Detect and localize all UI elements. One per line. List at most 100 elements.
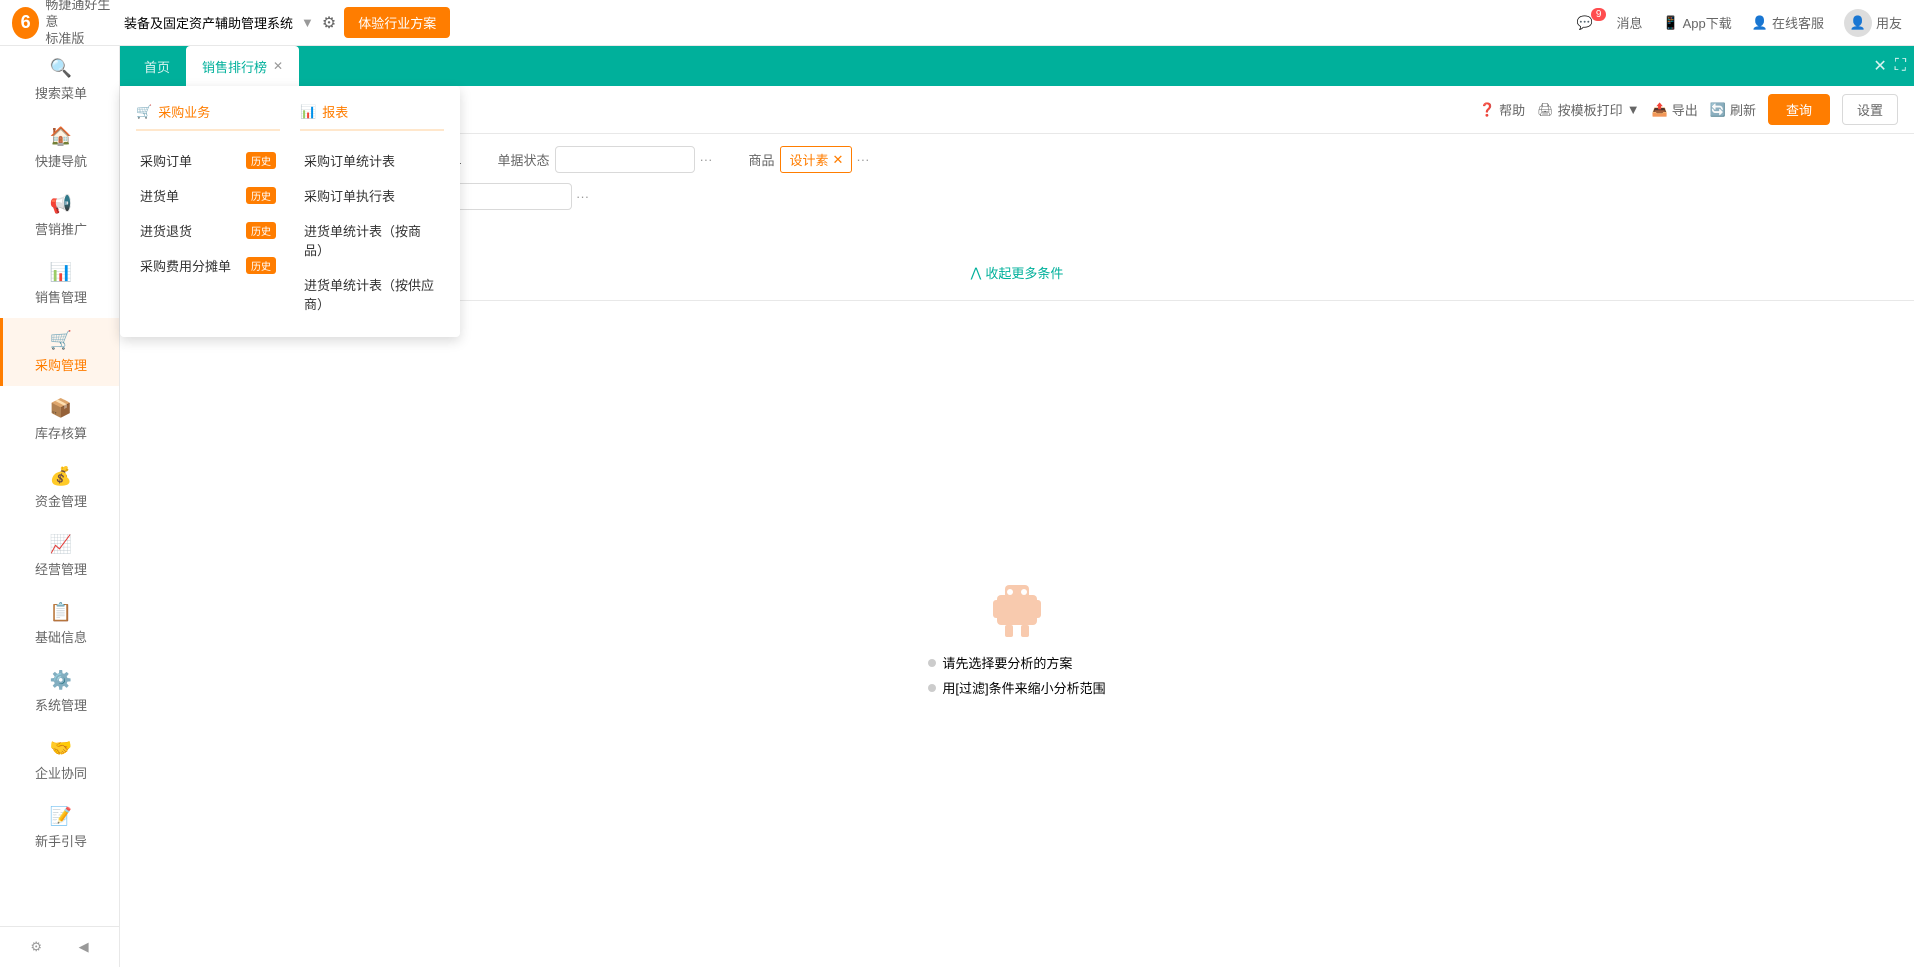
sidebar-item-label: 基础信息 <box>35 627 87 646</box>
empty-tip-2-text: 用[过滤]条件来缩小分析范围 <box>942 678 1105 697</box>
service-icon: 👤 <box>1752 15 1768 31</box>
sidebar-item-guide[interactable]: 📝新手引导 <box>0 794 119 862</box>
dropdown-report-item[interactable]: 进货单统计表（按供应商） <box>300 267 444 321</box>
history-badge: 历史 <box>246 222 276 239</box>
sidebar-item-basic[interactable]: 📋基础信息 <box>0 590 119 658</box>
refresh-button[interactable]: 🔄 刷新 <box>1710 100 1756 119</box>
purchase-icon: 🛒 <box>50 330 72 351</box>
sales-icon: 📊 <box>50 262 72 283</box>
sidebar-item-label: 库存核算 <box>35 423 87 442</box>
title-arrow-icon[interactable]: ▼ <box>301 15 314 30</box>
history-badge: 历史 <box>246 152 276 169</box>
tab-close-icon[interactable]: ✕ <box>273 59 283 73</box>
empty-tip-1-text: 请先选择要分析的方案 <box>942 653 1072 672</box>
dropdown-report-item[interactable]: 采购订单统计表 <box>300 143 444 178</box>
collapse-up-icon: ⋀ <box>971 265 982 281</box>
dropdown-item-label: 采购订单统计表 <box>304 151 395 170</box>
print-button[interactable]: 🖨 按模板打印 ▼ <box>1537 100 1639 119</box>
avatar: 👤 <box>1844 9 1872 37</box>
app-download-item[interactable]: 📱 App下载 <box>1662 13 1731 32</box>
sidebar-item-label: 经营管理 <box>35 559 87 578</box>
goods-tag-close[interactable]: ✕ <box>833 152 844 168</box>
purchase-col-icon: 🛒 <box>136 104 152 120</box>
logo: 6 畅捷通好生意 标准版 <box>12 0 112 48</box>
tabbar-actions: ✕ ⛶ <box>1873 56 1906 76</box>
export-button[interactable]: 📤 导出 <box>1652 100 1698 119</box>
message-icon: 💬 <box>1577 15 1593 31</box>
user-item[interactable]: 👤 用友 <box>1844 9 1902 37</box>
help-icon: ❓ <box>1479 102 1495 118</box>
export-icon: 📤 <box>1652 102 1668 118</box>
order-status-label: 单据状态 <box>497 150 549 169</box>
history-badge: 历史 <box>246 257 276 274</box>
goods-dots[interactable]: ··· <box>856 152 869 167</box>
marketing-icon: 📢 <box>50 194 72 215</box>
app-download-label: App下载 <box>1683 13 1732 32</box>
goods-filter: 商品 设计素 ✕ ··· <box>748 146 869 173</box>
sidebar-item-label: 搜索菜单 <box>35 83 87 102</box>
empty-tip-1: 请先选择要分析的方案 <box>928 653 1105 672</box>
tab-sales_rank[interactable]: 销售排行榜 ✕ <box>186 46 299 86</box>
sidebar-item-search[interactable]: 🔍搜索菜单 <box>0 46 119 114</box>
online-service-item[interactable]: 👤 在线客服 <box>1752 13 1824 32</box>
sidebar-item-label: 销售管理 <box>35 287 87 306</box>
goods-label: 商品 <box>748 150 774 169</box>
purchase-items: 采购订单历史进货单历史进货退货历史采购费用分摊单历史 <box>136 143 280 283</box>
salesperson-dots[interactable]: ··· <box>576 189 589 204</box>
phone-icon: 📱 <box>1662 15 1678 31</box>
sidebar-item-operation[interactable]: 📈 经营管理 <box>0 522 119 590</box>
dropdown-purchase-item[interactable]: 采购费用分摊单历史 <box>136 248 280 283</box>
sidebar-item-inventory[interactable]: 📦库存核算 <box>0 386 119 454</box>
query-button[interactable]: 查询 <box>1768 94 1830 125</box>
purchase-col: 🛒 采购业务 采购订单历史进货单历史进货退货历史采购费用分摊单历史 <box>136 102 280 321</box>
settings-icon[interactable]: ⚙ <box>30 939 42 955</box>
gear-icon[interactable]: ⚙ <box>322 13 336 33</box>
tab-label: 销售排行榜 <box>202 57 267 76</box>
user-label: 用友 <box>1876 13 1902 32</box>
guide-icon: 📝 <box>50 806 72 827</box>
sidebar-item-label: 采购管理 <box>35 355 87 374</box>
sidebar-item-finance[interactable]: 💰资金管理 <box>0 454 119 522</box>
quicknav-icon: 🏠 <box>50 126 72 147</box>
sidebar: 🔍搜索菜单🏠快捷导航📢营销推广 📊 销售管理 🛒 采购管理 📦库存核算💰资金管理 📈 经营管理… <box>0 46 120 967</box>
online-service-label: 在线客服 <box>1772 13 1824 32</box>
sidebar-item-purchase[interactable]: 🛒 采购管理 <box>0 318 119 386</box>
dropdown-purchase-item[interactable]: 采购订单 历史 <box>136 143 280 178</box>
sidebar-bottom: ⚙ ◀ <box>0 926 119 967</box>
report-col: 📊 报表 采购订单统计表采购订单执行表进货单统计表（按商品）进货单统计表（按供应… <box>300 102 444 321</box>
solution-button[interactable]: 体验行业方案 <box>344 7 450 38</box>
operation-icon: 📈 <box>50 534 72 555</box>
dropdown-columns: 🛒 采购业务 采购订单历史进货单历史进货退货历史采购费用分摊单历史 📊 报表 采… <box>136 102 444 321</box>
sidebar-item-sales[interactable]: 📊 销售管理 <box>0 250 119 318</box>
print-icon: 🖨 <box>1537 102 1554 118</box>
dropdown-purchase-item[interactable]: 进货单历史 <box>136 178 280 213</box>
collapse-sidebar-icon[interactable]: ◀ <box>79 939 89 955</box>
collapse-label: 收起更多条件 <box>985 263 1063 282</box>
topbar: 6 畅捷通好生意 标准版 装备及固定资产辅助管理系统 ▼ ⚙ 体验行业方案 💬 … <box>0 0 1914 46</box>
report-items: 采购订单统计表采购订单执行表进货单统计表（按商品）进货单统计表（按供应商） <box>300 143 444 321</box>
sidebar-item-system[interactable]: ⚙️系统管理 <box>0 658 119 726</box>
dropdown-report-item[interactable]: 进货单统计表（按商品） <box>300 213 444 267</box>
help-button[interactable]: ❓ 帮助 <box>1479 100 1525 119</box>
order-status-select[interactable] <box>555 146 695 173</box>
dropdown-purchase-item[interactable]: 进货退货历史 <box>136 213 280 248</box>
dropdown-item-label: 采购费用分摊单 <box>140 256 231 275</box>
tab-home[interactable]: 首页 <box>128 46 186 86</box>
goods-tag[interactable]: 设计素 ✕ <box>780 146 852 173</box>
collab-icon: 🤝 <box>50 738 72 759</box>
order-status-dots[interactable]: ··· <box>699 152 712 167</box>
message-label: 消息 <box>1616 13 1642 32</box>
close-tab-icon[interactable]: ✕ <box>1873 56 1886 76</box>
sidebar-item-collab[interactable]: 🤝 企业协同 <box>0 726 119 794</box>
dropdown-report-item[interactable]: 采购订单执行表 <box>300 178 444 213</box>
message-item[interactable]: 💬 9 消息 <box>1577 13 1643 32</box>
sidebar-item-marketing[interactable]: 📢营销推广 <box>0 182 119 250</box>
sidebar-item-quicknav[interactable]: 🏠快捷导航 <box>0 114 119 182</box>
expand-icon[interactable]: ⛶ <box>1895 57 1906 75</box>
purchase-col-title: 🛒 采购业务 <box>136 102 280 131</box>
report-col-icon: 📊 <box>300 104 316 120</box>
message-badge: 9 <box>1591 8 1607 21</box>
settings-button[interactable]: 设置 <box>1842 94 1898 125</box>
dropdown-item-label: 采购订单 <box>140 151 192 170</box>
sidebar-item-label: 企业协同 <box>35 763 87 782</box>
